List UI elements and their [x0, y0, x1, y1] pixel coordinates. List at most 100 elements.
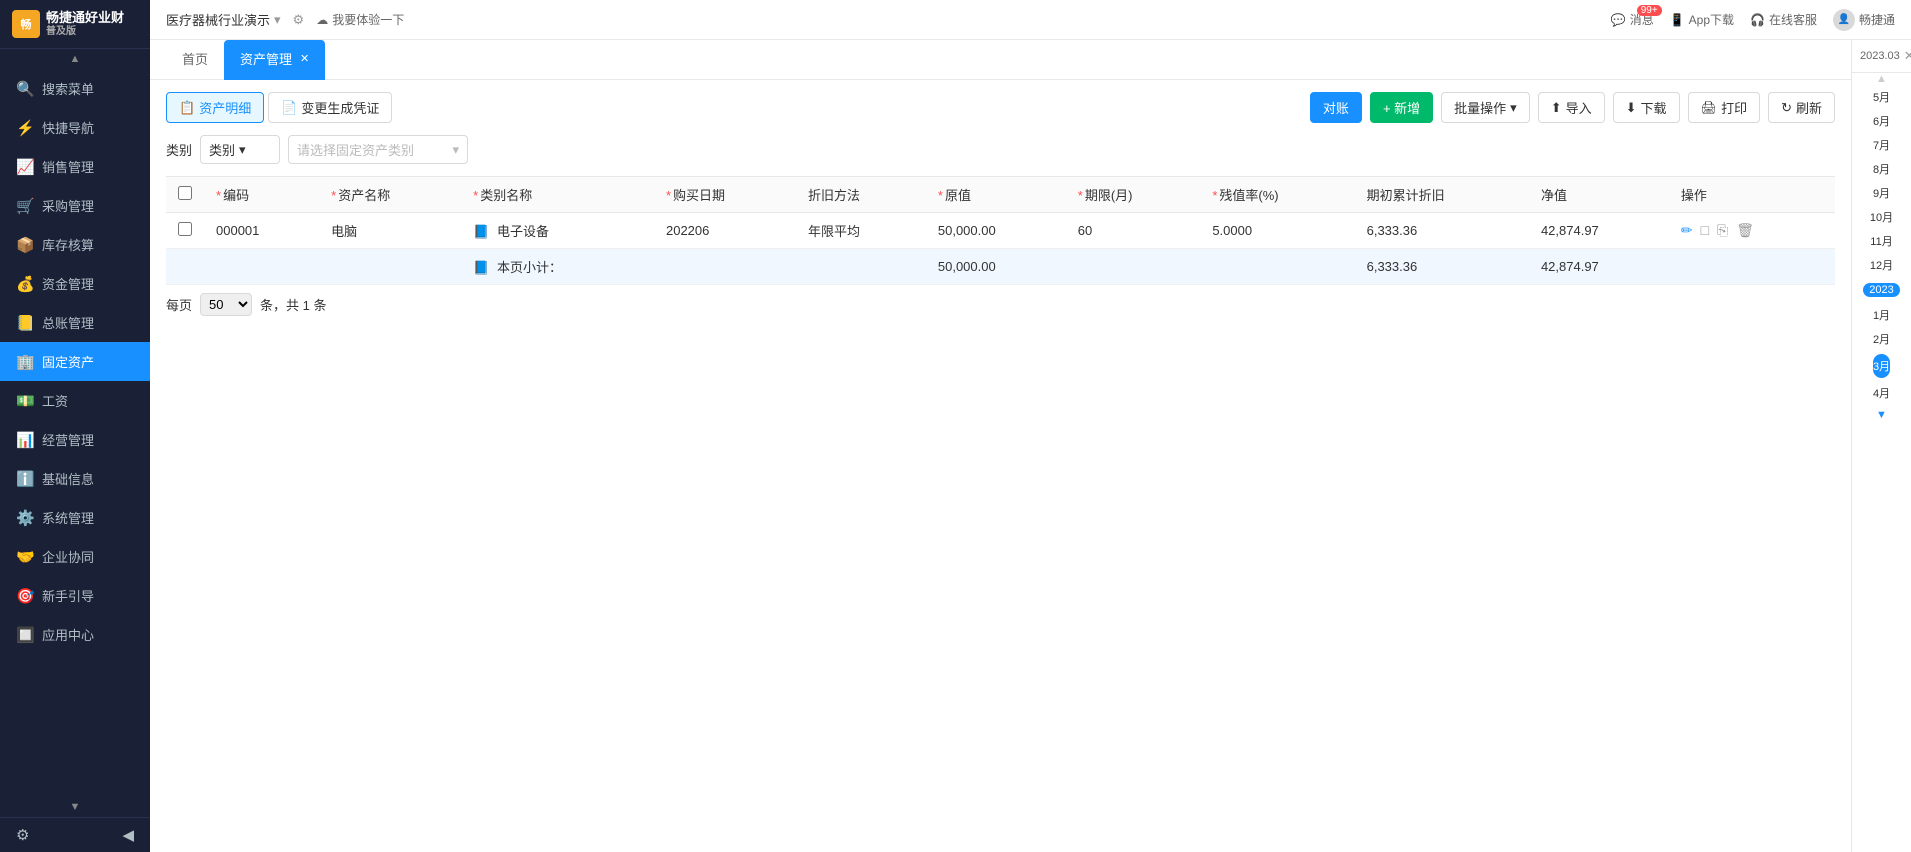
sidebar-item-guide[interactable]: 🎯 新手引导: [0, 576, 150, 615]
message-button[interactable]: 💬 消息 99+: [1611, 11, 1654, 28]
tab-home[interactable]: 首页: [166, 40, 224, 80]
calendar-month-5[interactable]: 5月: [1852, 85, 1911, 109]
row-checkbox-cell[interactable]: [166, 213, 204, 249]
sidebar-item-inventory[interactable]: 📦 库存核算: [0, 225, 150, 264]
subtotal-empty6: [1200, 249, 1354, 285]
new-button[interactable]: + 新增: [1370, 92, 1433, 123]
copy-icon[interactable]: □: [1701, 222, 1709, 239]
guide-icon: 🎯: [16, 587, 34, 605]
sidebar-item-sales[interactable]: 📈 销售管理: [0, 147, 150, 186]
sidebar-item-label: 库存核算: [42, 235, 94, 254]
download-btn-icon: ⬇: [1626, 100, 1637, 116]
import-button[interactable]: ⬆ 导入: [1538, 92, 1605, 123]
inventory-icon: 📦: [16, 236, 34, 254]
calendar-month-10[interactable]: 10月: [1852, 205, 1911, 229]
app-download-button[interactable]: 📱 App下载: [1670, 11, 1734, 28]
th-initial-accum: 期初累计折旧: [1355, 177, 1529, 213]
calendar-year-badge-row: 2023: [1852, 281, 1911, 299]
category-type-select[interactable]: 类别 ▾: [200, 135, 280, 164]
filter-row: 类别 类别 ▾ 请选择固定资产类别 ▾: [166, 135, 1835, 164]
subtab-asset-detail[interactable]: 📋 资产明细: [166, 92, 264, 123]
sidebar-scroll-up[interactable]: ▲: [0, 49, 150, 69]
calendar-month-11[interactable]: 11月: [1852, 229, 1911, 253]
calendar-month-4[interactable]: 4月: [1852, 381, 1911, 405]
sidebar-item-quick-nav[interactable]: ⚡ 快捷导航: [0, 108, 150, 147]
subtotal-initial-accum: 6,333.36: [1355, 249, 1529, 285]
subtotal-empty4: [796, 249, 926, 285]
salary-icon: 💵: [16, 392, 34, 410]
app-logo: 畅 畅捷通好业财 普及版: [0, 0, 150, 49]
subtotal-empty5: [1066, 249, 1201, 285]
subtab-voucher-gen[interactable]: 📄 变更生成凭证: [268, 92, 392, 123]
sidebar-item-system[interactable]: ⚙️ 系统管理: [0, 498, 150, 537]
cal-scroll-down[interactable]: ▼: [1852, 409, 1911, 421]
cell-residual-rate: 5.0000: [1200, 213, 1354, 249]
sidebar-item-label: 应用中心: [42, 625, 94, 644]
calendar-month-8[interactable]: 8月: [1852, 157, 1911, 181]
experience-button[interactable]: ☁ 我要体验一下: [316, 11, 404, 28]
clone-icon[interactable]: ⎘: [1717, 222, 1728, 239]
settings-icon[interactable]: ⚙: [16, 826, 29, 844]
sidebar-item-purchase[interactable]: 🛒 采购管理: [0, 186, 150, 225]
calendar-current-month[interactable]: 3月: [1873, 354, 1890, 378]
company-selector[interactable]: 医疗器械行业演示 ▾: [166, 10, 281, 29]
calendar-close-icon[interactable]: ✕: [1900, 44, 1911, 68]
page-size-select[interactable]: 10 20 50 100: [200, 293, 252, 316]
calendar-month-9[interactable]: 9月: [1852, 181, 1911, 205]
th-checkbox[interactable]: [166, 177, 204, 213]
calendar-month-2[interactable]: 2月: [1852, 327, 1911, 351]
refresh-button[interactable]: ↻ 刷新: [1768, 92, 1835, 123]
th-depreciation-method: 折旧方法: [796, 177, 926, 213]
sidebar-item-salary[interactable]: 💵 工资: [0, 381, 150, 420]
enterprise-icon: 🤝: [16, 548, 34, 566]
calendar-month-6[interactable]: 6月: [1852, 109, 1911, 133]
topbar-gear-icon[interactable]: ⚙: [293, 12, 305, 28]
reconcile-button[interactable]: 对账: [1310, 92, 1362, 123]
asset-table: *编码 *资产名称 *类别名称 *购买日期 折旧方法 *原值 *期限(月) *残…: [166, 176, 1835, 285]
sidebar-item-app-center[interactable]: 🔲 应用中心: [0, 615, 150, 654]
tab-asset-mgmt[interactable]: 资产管理 ✕: [224, 40, 325, 80]
sidebar-item-finance[interactable]: 💰 资金管理: [0, 264, 150, 303]
download-button[interactable]: ⬇ 下载: [1613, 92, 1680, 123]
app-version: 普及版: [46, 26, 124, 38]
new-label: + 新增: [1383, 98, 1420, 117]
calendar-month-12[interactable]: 12月: [1852, 253, 1911, 277]
calendar-year-badge: 2023: [1863, 283, 1899, 297]
delete-icon[interactable]: 🗑: [1736, 222, 1754, 239]
cell-category: 📘 电子设备: [461, 213, 654, 249]
sidebar-item-basic-info[interactable]: ℹ️ 基础信息: [0, 459, 150, 498]
online-service-button[interactable]: 🎧 在线客服: [1750, 11, 1817, 28]
cal-scroll-up[interactable]: ▲: [1852, 73, 1911, 85]
subtotal-empty3: [654, 249, 796, 285]
category-icon: 📘: [473, 224, 489, 239]
tab-close-icon[interactable]: ✕: [300, 52, 309, 65]
system-icon: ⚙️: [16, 509, 34, 527]
category-input[interactable]: 请选择固定资产类别 ▾: [288, 135, 468, 164]
print-button[interactable]: 🖨 打印: [1688, 92, 1761, 123]
row-checkbox[interactable]: [178, 222, 192, 236]
sidebar-item-operation[interactable]: 📊 经营管理: [0, 420, 150, 459]
batch-button[interactable]: 批量操作 ▾: [1441, 92, 1530, 123]
collapse-icon[interactable]: ◀: [122, 826, 134, 844]
sidebar-item-fixed-assets[interactable]: 🏢 固定资产: [0, 342, 150, 381]
operation-icon: 📊: [16, 431, 34, 449]
th-period: *期限(月): [1066, 177, 1201, 213]
calendar-month-1[interactable]: 1月: [1852, 303, 1911, 327]
edit-icon[interactable]: ✏: [1681, 222, 1693, 239]
main-area: 医疗器械行业演示 ▾ ⚙ ☁ 我要体验一下 💬 消息 99+ 📱 App下载 🎧…: [150, 0, 1911, 852]
cell-depreciation-method: 年限平均: [796, 213, 926, 249]
sidebar-item-enterprise[interactable]: 🤝 企业协同: [0, 537, 150, 576]
refresh-icon: ↻: [1781, 100, 1792, 116]
sidebar-item-ledger[interactable]: 📒 总账管理: [0, 303, 150, 342]
user-menu[interactable]: 👤 畅捷通: [1833, 9, 1895, 31]
subtotal-empty1: [204, 249, 319, 285]
sidebar-scroll-down[interactable]: ▼: [0, 797, 150, 817]
subtotal-empty7: [1669, 249, 1835, 285]
sidebar-item-label: 经营管理: [42, 430, 94, 449]
category-type-arrow: ▾: [239, 142, 246, 158]
table-row: 000001 电脑 📘 电子设备 202206 年限平均 50,000.00 6…: [166, 213, 1835, 249]
calendar-month-7[interactable]: 7月: [1852, 133, 1911, 157]
sidebar-bottom: ⚙ ◀: [0, 817, 150, 852]
sidebar-item-search[interactable]: 🔍 搜索菜单: [0, 69, 150, 108]
select-all-checkbox[interactable]: [178, 186, 192, 200]
